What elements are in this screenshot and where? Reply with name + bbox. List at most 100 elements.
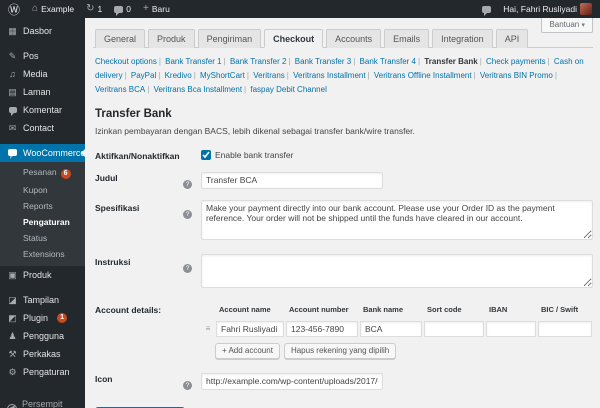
account-menu[interactable]: Hai, Fahri Rusliyadi xyxy=(503,3,592,15)
notification-link[interactable] xyxy=(482,5,492,16)
icon-url-input[interactable] xyxy=(201,372,383,390)
greeting-label: Hai, Fahri Rusliyadi xyxy=(503,4,577,14)
dashboard-icon: ▦ xyxy=(8,25,17,36)
collapse-label: Persempit menu xyxy=(22,399,63,408)
subnav-link-veritrans-installment[interactable]: Veritrans Installment xyxy=(293,71,365,80)
subnav-link-veritrans-bca[interactable]: Veritrans BCA xyxy=(95,85,145,94)
help-tip-icon[interactable]: ? xyxy=(183,381,192,390)
submenu-item-reports[interactable]: Reports xyxy=(0,198,85,214)
comments-link[interactable]: 0 xyxy=(114,4,131,16)
subnav-link-bank-transfer-3[interactable]: Bank Transfer 3 xyxy=(295,57,351,66)
submenu-item-status[interactable]: Status xyxy=(0,230,85,246)
updates-link[interactable]: ↻ 1 xyxy=(86,4,102,15)
tab-integration[interactable]: Integration xyxy=(432,29,493,48)
enable-checkbox-label: Enable bank transfer xyxy=(215,150,294,160)
sidebar-item-perkakas[interactable]: ⚒ Perkakas xyxy=(0,345,85,363)
sidebar-item-media[interactable]: ♫ Media xyxy=(0,65,85,83)
title-input[interactable] xyxy=(201,171,383,189)
help-button[interactable]: Bantuan ▾ xyxy=(541,18,593,33)
account-details-row: Account details: Account name Account nu… xyxy=(95,302,593,359)
subnav-link-myshortcart[interactable]: MyShortCart xyxy=(200,71,245,80)
subnav-link-checkout-options[interactable]: Checkout options xyxy=(95,57,157,66)
wordpress-logo-icon[interactable]: Ⓦ xyxy=(8,1,20,18)
tab-produk[interactable]: Produk xyxy=(148,29,195,48)
subnav-link-transfer-bank-current[interactable]: Transfer Bank xyxy=(424,57,477,66)
drag-handle-icon[interactable]: ≡ xyxy=(201,318,215,338)
plugin-icon: ◩ xyxy=(8,312,17,323)
subnav-link-bank-transfer-2[interactable]: Bank Transfer 2 xyxy=(230,57,286,66)
sidebar-item-label: Tampilan xyxy=(23,295,60,305)
bic-swift-input[interactable] xyxy=(538,321,592,337)
help-tip-icon[interactable]: ? xyxy=(183,180,192,189)
tab-general[interactable]: General xyxy=(95,29,146,48)
pin-icon: ✎ xyxy=(8,50,17,61)
account-number-input[interactable] xyxy=(286,321,358,337)
plus-icon: + xyxy=(143,3,149,14)
comments-count: 0 xyxy=(126,4,131,14)
submenu-item-extensions[interactable]: Extensions xyxy=(0,246,85,262)
bank-name-input[interactable] xyxy=(360,321,422,337)
appearance-icon: ◪ xyxy=(8,294,17,305)
site-name-link[interactable]: ⌂ Example xyxy=(32,4,74,15)
notification-icon xyxy=(482,5,492,16)
sidebar: ▦ Dasbor ✎ Pos ♫ Media ▤ Laman Komentar … xyxy=(0,18,85,408)
users-icon: ♟ xyxy=(8,330,17,341)
subnav-link-veritrans-bin-promo[interactable]: Veritrans BIN Promo xyxy=(480,71,553,80)
sidebar-item-label: Produk xyxy=(23,270,52,280)
sidebar-item-label: Komentar xyxy=(23,105,63,115)
mail-icon: ✉ xyxy=(8,122,17,133)
sidebar-item-contact[interactable]: ✉ Contact xyxy=(0,119,85,137)
instructions-textarea[interactable] xyxy=(201,254,593,288)
subnav-link-veritrans-bca-installment[interactable]: Veritrans Bca Installment xyxy=(154,85,242,94)
instructions-label: Instruksi xyxy=(95,257,131,267)
collapse-menu-button[interactable]: ◀ Persempit menu xyxy=(0,395,85,408)
woocommerce-icon xyxy=(7,148,18,159)
add-account-button[interactable]: + Add account xyxy=(215,343,280,359)
sidebar-item-tampilan[interactable]: ◪ Tampilan xyxy=(0,291,85,309)
iban-input[interactable] xyxy=(486,321,536,337)
enable-label: Aktifkan/Nonaktifkan xyxy=(95,151,180,161)
sort-code-input[interactable] xyxy=(424,321,484,337)
subnav-link-faspay-debit-channel[interactable]: faspay Debit Channel xyxy=(250,85,327,94)
accounts-table: Account name Account number Bank name So… xyxy=(201,302,593,338)
sidebar-item-label: Perkakas xyxy=(23,349,61,359)
description-textarea[interactable]: Make your payment directly into our bank… xyxy=(201,200,593,240)
enable-bank-transfer-checkbox[interactable] xyxy=(201,150,211,160)
subnav-link-paypal[interactable]: PayPal xyxy=(131,71,156,80)
sidebar-item-woocommerce[interactable]: WooCommerce xyxy=(0,144,85,162)
new-content-link[interactable]: + Baru xyxy=(143,3,170,15)
sidebar-item-plugin[interactable]: ◩ Plugin 1 xyxy=(0,309,85,327)
delete-selected-accounts-button[interactable]: Hapus rekening yang dipilih xyxy=(283,343,397,359)
subnav-link-bank-transfer-1[interactable]: Bank Transfer 1 xyxy=(165,57,221,66)
sidebar-item-dasbor[interactable]: ▦ Dasbor xyxy=(0,22,85,40)
instructions-row: Instruksi ? xyxy=(95,254,593,293)
sidebar-item-pos[interactable]: ✎ Pos xyxy=(0,47,85,65)
sidebar-item-pengguna[interactable]: ♟ Pengguna xyxy=(0,327,85,345)
sidebar-item-komentar[interactable]: Komentar xyxy=(0,101,85,119)
comment-icon xyxy=(7,106,18,116)
subnav-link-veritrans[interactable]: Veritrans xyxy=(253,71,285,80)
title-label: Judul xyxy=(95,173,118,183)
tab-emails[interactable]: Emails xyxy=(384,29,430,48)
sidebar-item-pengaturan-wp[interactable]: ⚙ Pengaturan xyxy=(0,363,85,381)
tab-api[interactable]: API xyxy=(495,29,529,48)
sidebar-item-produk[interactable]: ▣ Produk xyxy=(0,266,85,284)
subnav-link-kredivo[interactable]: Kredivo xyxy=(165,71,192,80)
submenu-item-pengaturan[interactable]: Pengaturan xyxy=(0,214,85,230)
subnav-link-veritrans-offline-installment[interactable]: Veritrans Offline Installment xyxy=(374,71,472,80)
tools-icon: ⚒ xyxy=(8,348,17,359)
subnav-link-check-payments[interactable]: Check payments xyxy=(486,57,546,66)
submenu-item-kupon[interactable]: Kupon xyxy=(0,182,85,198)
tab-accounts[interactable]: Accounts xyxy=(326,29,382,48)
checkout-section-links: Checkout options | Bank Transfer 1 | Bank … xyxy=(95,57,584,94)
tab-pengiriman[interactable]: Pengiriman xyxy=(197,29,262,48)
description-label: Spesifikasi xyxy=(95,203,140,213)
tab-checkout[interactable]: Checkout xyxy=(264,29,324,48)
sidebar-item-laman[interactable]: ▤ Laman xyxy=(0,83,85,101)
submenu-item-pesanan[interactable]: Pesanan 6 xyxy=(0,164,85,182)
account-name-input[interactable] xyxy=(216,321,284,337)
help-tip-icon[interactable]: ? xyxy=(183,210,192,219)
comments-icon xyxy=(114,5,124,16)
subnav-link-bank-transfer-4[interactable]: Bank Transfer 4 xyxy=(360,57,416,66)
help-tip-icon[interactable]: ? xyxy=(183,264,192,273)
